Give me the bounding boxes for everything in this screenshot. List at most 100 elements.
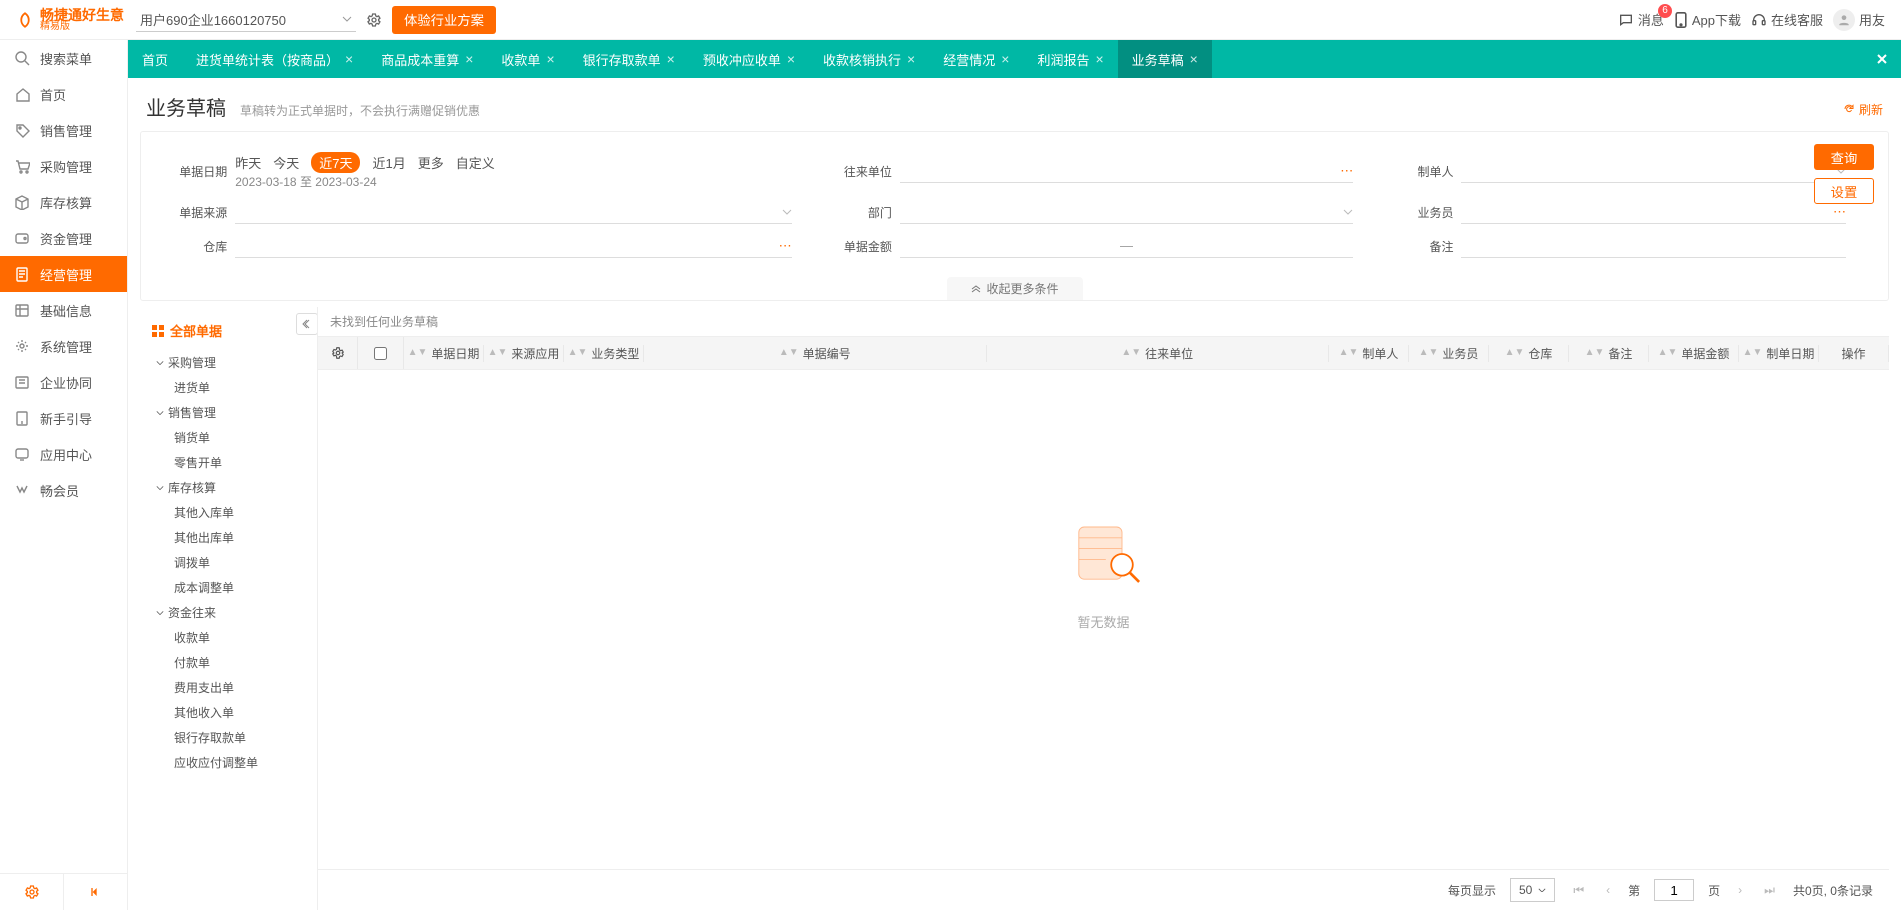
tab-1[interactable]: 进货单统计表（按商品）× (182, 40, 367, 78)
tab-2[interactable]: 商品成本重算× (367, 40, 487, 78)
settings-gear-button[interactable] (366, 12, 382, 28)
sidebar-item-3[interactable]: 采购管理 (0, 148, 127, 184)
pager-last-button[interactable]: ⏭ (1760, 883, 1779, 898)
column-header-11[interactable]: 操作 (1819, 345, 1889, 362)
page-input[interactable] (1654, 879, 1694, 901)
sidebar-item-0[interactable]: 搜索菜单 (0, 40, 127, 76)
tree-leaf-3-4[interactable]: 银行存取款单 (140, 725, 317, 750)
column-header-3[interactable]: ▲▼单据编号 (644, 345, 987, 362)
tab-close-button[interactable]: × (345, 51, 353, 67)
date-tag-yesterday[interactable]: 昨天 (235, 153, 261, 172)
sidebar-item-5[interactable]: 资金管理 (0, 220, 127, 256)
source-select[interactable] (235, 200, 791, 224)
warehouse-select[interactable]: ⋯ (235, 234, 791, 258)
tab-close-button[interactable]: × (546, 51, 554, 67)
tree-leaf-2-3[interactable]: 成本调整单 (140, 575, 317, 600)
partner-select[interactable]: ⋯ (900, 159, 1353, 183)
tree-leaf-3-2[interactable]: 费用支出单 (140, 675, 317, 700)
pager-prev-button[interactable]: ‹ (1602, 883, 1614, 897)
collapse-filters-button[interactable]: 收起更多条件 (946, 277, 1082, 300)
remark-input[interactable] (1461, 234, 1846, 258)
amount-input[interactable]: — (900, 234, 1353, 258)
tab-close-button[interactable]: × (1190, 51, 1198, 67)
tree-group-1[interactable]: 销售管理 (140, 400, 317, 425)
tree-title[interactable]: 全部单据 (140, 317, 317, 350)
online-service-button[interactable]: 在线客服 (1751, 10, 1823, 29)
tab-close-button[interactable]: × (1001, 51, 1009, 67)
tab-6[interactable]: 收款核销执行× (809, 40, 929, 78)
tree-leaf-1-0[interactable]: 销货单 (140, 425, 317, 450)
column-header-10[interactable]: ▲▼制单日期 (1739, 345, 1819, 362)
app-download-button[interactable]: App下载 (1674, 10, 1741, 29)
pager-next-button[interactable]: › (1734, 883, 1746, 897)
tab-5[interactable]: 预收冲应收单× (689, 40, 809, 78)
operator-select[interactable]: ⋯ (1461, 200, 1846, 224)
tree-group-3[interactable]: 资金往来 (140, 600, 317, 625)
tab-3[interactable]: 收款单× (487, 40, 568, 78)
column-header-9[interactable]: ▲▼单据金额 (1649, 345, 1739, 362)
tree-group-2[interactable]: 库存核算 (140, 475, 317, 500)
tree-leaf-1-1[interactable]: 零售开单 (140, 450, 317, 475)
per-page-select[interactable]: 50 (1510, 878, 1555, 902)
sidebar-item-12[interactable]: 畅会员 (0, 472, 127, 508)
cta-button[interactable]: 体验行业方案 (392, 6, 496, 34)
tenant-select[interactable]: 用户690企业1660120750 (136, 8, 356, 32)
sidebar-settings-button[interactable] (0, 874, 63, 910)
tree-leaf-3-3[interactable]: 其他收入单 (140, 700, 317, 725)
tab-close-button[interactable]: × (1095, 51, 1103, 67)
tab-4[interactable]: 银行存取款单× (569, 40, 689, 78)
sidebar-item-11[interactable]: 应用中心 (0, 436, 127, 472)
tab-close-button[interactable]: × (465, 51, 473, 67)
tab-close-button[interactable]: × (667, 51, 675, 67)
pager-first-button[interactable]: ⏮ (1569, 883, 1588, 898)
tree-leaf-3-5[interactable]: 应收应付调整单 (140, 750, 317, 775)
sidebar-item-10[interactable]: 新手引导 (0, 400, 127, 436)
sidebar-item-9[interactable]: 企业协同 (0, 364, 127, 400)
column-header-7[interactable]: ▲▼仓库 (1489, 345, 1569, 362)
column-header-0[interactable]: ▲▼单据日期 (404, 345, 484, 362)
refresh-button[interactable]: 刷新 (1843, 101, 1883, 118)
tree-leaf-0-0[interactable]: 进货单 (140, 375, 317, 400)
sidebar-item-7[interactable]: 基础信息 (0, 292, 127, 328)
tab-close-button[interactable]: × (907, 51, 915, 67)
column-header-4[interactable]: ▲▼往来单位 (987, 345, 1330, 362)
column-header-5[interactable]: ▲▼制单人 (1329, 345, 1409, 362)
tree-leaf-2-0[interactable]: 其他入库单 (140, 500, 317, 525)
select-all-checkbox[interactable] (374, 347, 387, 360)
tab-0[interactable]: 首页 (128, 40, 182, 78)
tree-leaf-2-1[interactable]: 其他出库单 (140, 525, 317, 550)
tab-7[interactable]: 经营情况× (929, 40, 1023, 78)
user-menu[interactable]: 用友 (1833, 9, 1885, 31)
tree-collapse-button[interactable] (296, 313, 318, 335)
sidebar-item-6[interactable]: 经营管理 (0, 256, 127, 292)
date-tag-last7[interactable]: 近7天 (311, 152, 360, 173)
tree-leaf-3-1[interactable]: 付款单 (140, 650, 317, 675)
date-tag-last1m[interactable]: 近1月 (372, 153, 405, 172)
sidebar-item-8[interactable]: 系统管理 (0, 328, 127, 364)
sidebar-item-1[interactable]: 首页 (0, 76, 127, 112)
creator-select[interactable] (1461, 159, 1846, 183)
column-header-2[interactable]: ▲▼业务类型 (564, 345, 644, 362)
date-tag-more[interactable]: 更多 (418, 153, 444, 172)
column-header-6[interactable]: ▲▼业务员 (1409, 345, 1489, 362)
tab-9[interactable]: 业务草稿× (1118, 40, 1212, 78)
column-header-1[interactable]: ▲▼来源应用 (484, 345, 564, 362)
header-checkbox-cell[interactable] (358, 337, 404, 369)
header-settings-cell[interactable] (318, 337, 358, 369)
tree-leaf-2-2[interactable]: 调拨单 (140, 550, 317, 575)
tree-group-0[interactable]: 采购管理 (140, 350, 317, 375)
date-tag-custom[interactable]: 自定义 (456, 153, 495, 172)
tab-8[interactable]: 利润报告× (1023, 40, 1117, 78)
messages-button[interactable]: 消息 6 (1618, 10, 1664, 29)
query-button[interactable]: 查询 (1814, 144, 1874, 170)
filter-settings-button[interactable]: 设置 (1814, 178, 1874, 204)
sidebar-item-4[interactable]: 库存核算 (0, 184, 127, 220)
column-header-8[interactable]: ▲▼备注 (1569, 345, 1649, 362)
date-tag-today[interactable]: 今天 (273, 153, 299, 172)
sidebar-item-2[interactable]: 销售管理 (0, 112, 127, 148)
tab-close-button[interactable]: × (787, 51, 795, 67)
tabs-close-all-button[interactable] (1863, 40, 1901, 78)
sidebar-collapse-button[interactable] (63, 874, 127, 910)
tree-leaf-3-0[interactable]: 收款单 (140, 625, 317, 650)
department-select[interactable] (900, 200, 1353, 224)
